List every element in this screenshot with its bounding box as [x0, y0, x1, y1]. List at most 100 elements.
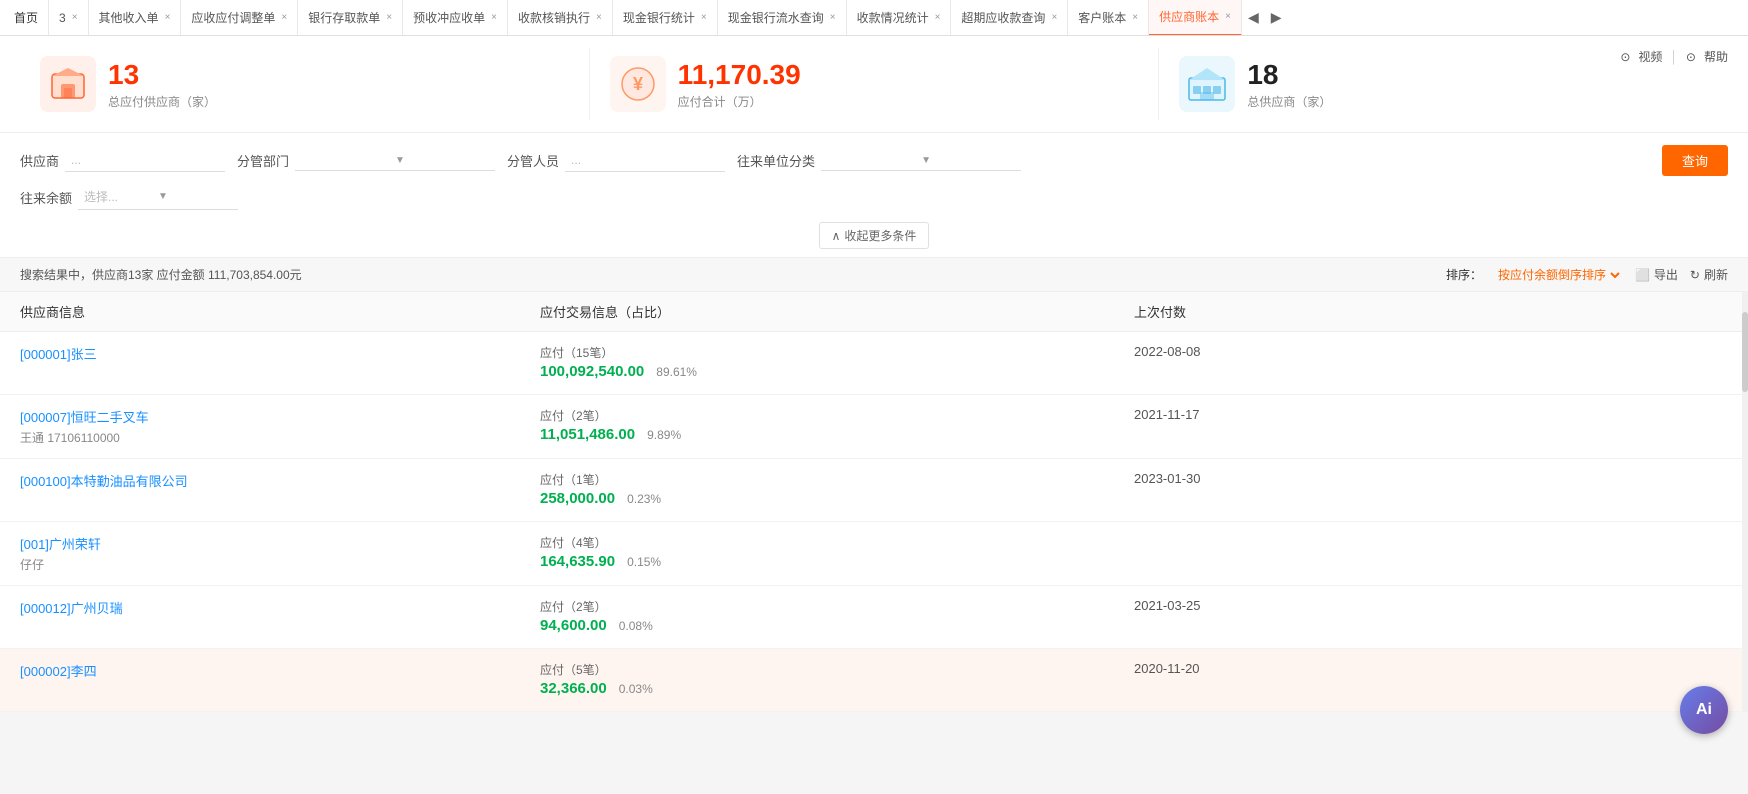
collapse-button[interactable]: ∧ 收起更多条件: [819, 222, 930, 249]
video-link[interactable]: 视频: [1638, 48, 1662, 65]
filter-item-supplier: 供应商: [20, 149, 225, 172]
close-icon[interactable]: ×: [386, 12, 392, 23]
close-icon[interactable]: ×: [72, 12, 78, 23]
nav-next-arrow[interactable]: ▶: [1265, 9, 1288, 26]
scrollbar-thumb[interactable]: [1742, 312, 1748, 392]
suppliers-label: 总应付供应商（家）: [108, 93, 216, 110]
nav-tab-receipt-stat[interactable]: 收款情况统计 ×: [847, 0, 952, 36]
nav-tab-cash-bank-flow[interactable]: 现金银行流水查询 ×: [718, 0, 847, 36]
tx-amount: 100,092,540.00: [540, 363, 644, 380]
col-header-lastpay: 上次付数: [1134, 302, 1728, 321]
last-pay-cell: 2020-11-20: [1134, 661, 1728, 676]
supplier-link[interactable]: [000100]本特勤油品有限公司: [20, 474, 188, 489]
tx-info-cell: 应付（4笔） 164,635.90 0.15%: [540, 534, 1134, 572]
supplier-name-cell: [000001]张三: [20, 344, 540, 366]
person-filter-label: 分管人员: [507, 151, 559, 170]
nav-tab-customer-ledger[interactable]: 客户账本 ×: [1068, 0, 1149, 36]
close-icon[interactable]: ×: [830, 12, 836, 23]
tx-info-cell: 应付（2笔） 11,051,486.00 9.89%: [540, 407, 1134, 445]
supplier-link[interactable]: [000001]张三: [20, 347, 97, 362]
close-icon[interactable]: ×: [935, 12, 941, 23]
chevron-down-icon: ▼: [158, 191, 232, 202]
nav-tab-customer-ledger-label: 客户账本: [1078, 9, 1126, 26]
export-button[interactable]: ⬜ 导出: [1635, 266, 1678, 283]
sort-select[interactable]: 按应付余额倒序排序: [1494, 267, 1623, 283]
supplier-link[interactable]: [000012]广州贝瑞: [20, 601, 123, 616]
nav-tab-overdue-ar[interactable]: 超期应收款查询 ×: [951, 0, 1068, 36]
tx-info-cell: 应付（2笔） 94,600.00 0.08%: [540, 598, 1134, 636]
supplier-link[interactable]: [001]广州荣轩: [20, 537, 101, 552]
supplier-filter-label: 供应商: [20, 151, 59, 170]
tx-info-cell: 应付（15笔） 100,092,540.00 89.61%: [540, 344, 1134, 382]
close-icon[interactable]: ×: [596, 12, 602, 23]
svg-text:¥: ¥: [633, 74, 643, 94]
ap-amount: 11,170.39: [678, 58, 801, 92]
help-link[interactable]: 帮助: [1704, 48, 1728, 65]
nav-tab-prepay-offset-label: 预收冲应收单: [413, 9, 485, 26]
supplier-link[interactable]: [000007]恒旺二手叉车: [20, 410, 149, 425]
table-row: [000002]李四 应付（5笔） 32,366.00 0.03% 2020-1…: [0, 649, 1748, 712]
refresh-button[interactable]: ↻ 刷新: [1690, 266, 1728, 283]
close-icon[interactable]: ×: [1051, 12, 1057, 23]
filter-item-balance: 往来余额 选择... ▼: [20, 184, 238, 210]
person-filter-input[interactable]: [565, 149, 725, 172]
close-icon[interactable]: ×: [491, 12, 497, 23]
table-row: [000100]本特勤油品有限公司 应付（1笔） 258,000.00 0.23…: [0, 459, 1748, 522]
close-icon[interactable]: ×: [165, 12, 171, 23]
filter-item-dept: 分管部门 ▼: [237, 151, 495, 171]
nav-tab-receipt-verify[interactable]: 收款核销执行 ×: [508, 0, 613, 36]
close-icon[interactable]: ×: [1225, 11, 1231, 22]
nav-tab-receipt-stat-label: 收款情况统计: [857, 9, 929, 26]
category-filter-select[interactable]: ▼: [821, 151, 1021, 171]
nav-tab-supplier-ledger-label: 供应商账本: [1159, 8, 1219, 25]
nav-tab-supplier-ledger[interactable]: 供应商账本 ×: [1149, 0, 1242, 36]
summary-info-amount: 11,170.39 应付合计（万）: [678, 58, 801, 111]
tx-label: 应付（2笔）: [540, 407, 1134, 424]
summary-icon-store: [1179, 56, 1235, 112]
table-row: [000012]广州贝瑞 应付（2笔） 94,600.00 0.08% 2021…: [0, 586, 1748, 649]
nav-tab-cash-bank-stat[interactable]: 现金银行统计 ×: [613, 0, 718, 36]
close-icon[interactable]: ×: [281, 12, 287, 23]
supplier-link[interactable]: [000002]李四: [20, 664, 97, 679]
filter-row-2: 往来余额 选择... ▼: [20, 184, 1728, 210]
close-icon[interactable]: ×: [1132, 12, 1138, 23]
nav-tab-3-label: 3: [59, 11, 66, 25]
tx-percent: 0.08%: [619, 619, 653, 633]
filter-row-1: 供应商 分管部门 ▼ 分管人员 往来单位分类 ▼ 查询: [20, 145, 1728, 176]
nav-tab-other-income[interactable]: 其他收入单 ×: [89, 0, 182, 36]
nav-tab-ar-ap-adjust[interactable]: 应收应付调整单 ×: [181, 0, 298, 36]
dept-filter-label: 分管部门: [237, 151, 289, 170]
supplier-filter-input[interactable]: [65, 149, 225, 172]
nav-tab-prepay-offset[interactable]: 预收冲应收单 ×: [403, 0, 508, 36]
tx-label: 应付（5笔）: [540, 661, 1134, 678]
table-row: [001]广州荣轩 仔仔 应付（4笔） 164,635.90 0.15%: [0, 522, 1748, 586]
tx-label: 应付（4笔）: [540, 534, 1134, 551]
nav-tab-overdue-ar-label: 超期应收款查询: [961, 9, 1045, 26]
nav-tab-cash-bank-flow-label: 现金银行流水查询: [728, 9, 824, 26]
nav-tab-home[interactable]: 首页: [4, 0, 49, 36]
nav-prev-arrow[interactable]: ◀: [1242, 9, 1265, 26]
scrollbar-track[interactable]: [1742, 292, 1748, 712]
tx-percent: 0.23%: [627, 492, 661, 506]
nav-tab-bank-deposit-label: 银行存取款单: [308, 9, 380, 26]
balance-select-value: 选择...: [84, 188, 158, 205]
tx-percent: 89.61%: [656, 365, 697, 379]
summary-info-total-suppliers: 18 总供应商（家）: [1247, 58, 1331, 111]
ai-assistant-button[interactable]: Ai: [1680, 686, 1728, 734]
last-pay-cell: 2021-11-17: [1134, 407, 1728, 422]
nav-tab-bank-deposit[interactable]: 银行存取款单 ×: [298, 0, 403, 36]
separator: │: [1670, 50, 1678, 64]
tx-percent: 0.15%: [627, 555, 661, 569]
result-summary-text: 搜索结果中，供应商13家 应付金额 111,703,854.00元: [20, 266, 302, 283]
tx-label: 应付（15笔）: [540, 344, 1134, 361]
close-icon[interactable]: ×: [701, 12, 707, 23]
nav-tab-3[interactable]: 3 ×: [49, 0, 89, 36]
main-table: 供应商信息 应付交易信息（占比） 上次付数 [000001]张三 应付（15笔）…: [0, 292, 1748, 712]
table-header: 供应商信息 应付交易信息（占比） 上次付数: [0, 292, 1748, 332]
balance-filter-select[interactable]: 选择... ▼: [78, 184, 238, 210]
dept-filter-select[interactable]: ▼: [295, 151, 495, 171]
refresh-label: 刷新: [1704, 266, 1728, 283]
query-button[interactable]: 查询: [1662, 145, 1728, 176]
supplier-sub: 王通 17106110000: [20, 429, 540, 446]
filter-area: 供应商 分管部门 ▼ 分管人员 往来单位分类 ▼ 查询 往来余额 选择: [0, 133, 1748, 258]
